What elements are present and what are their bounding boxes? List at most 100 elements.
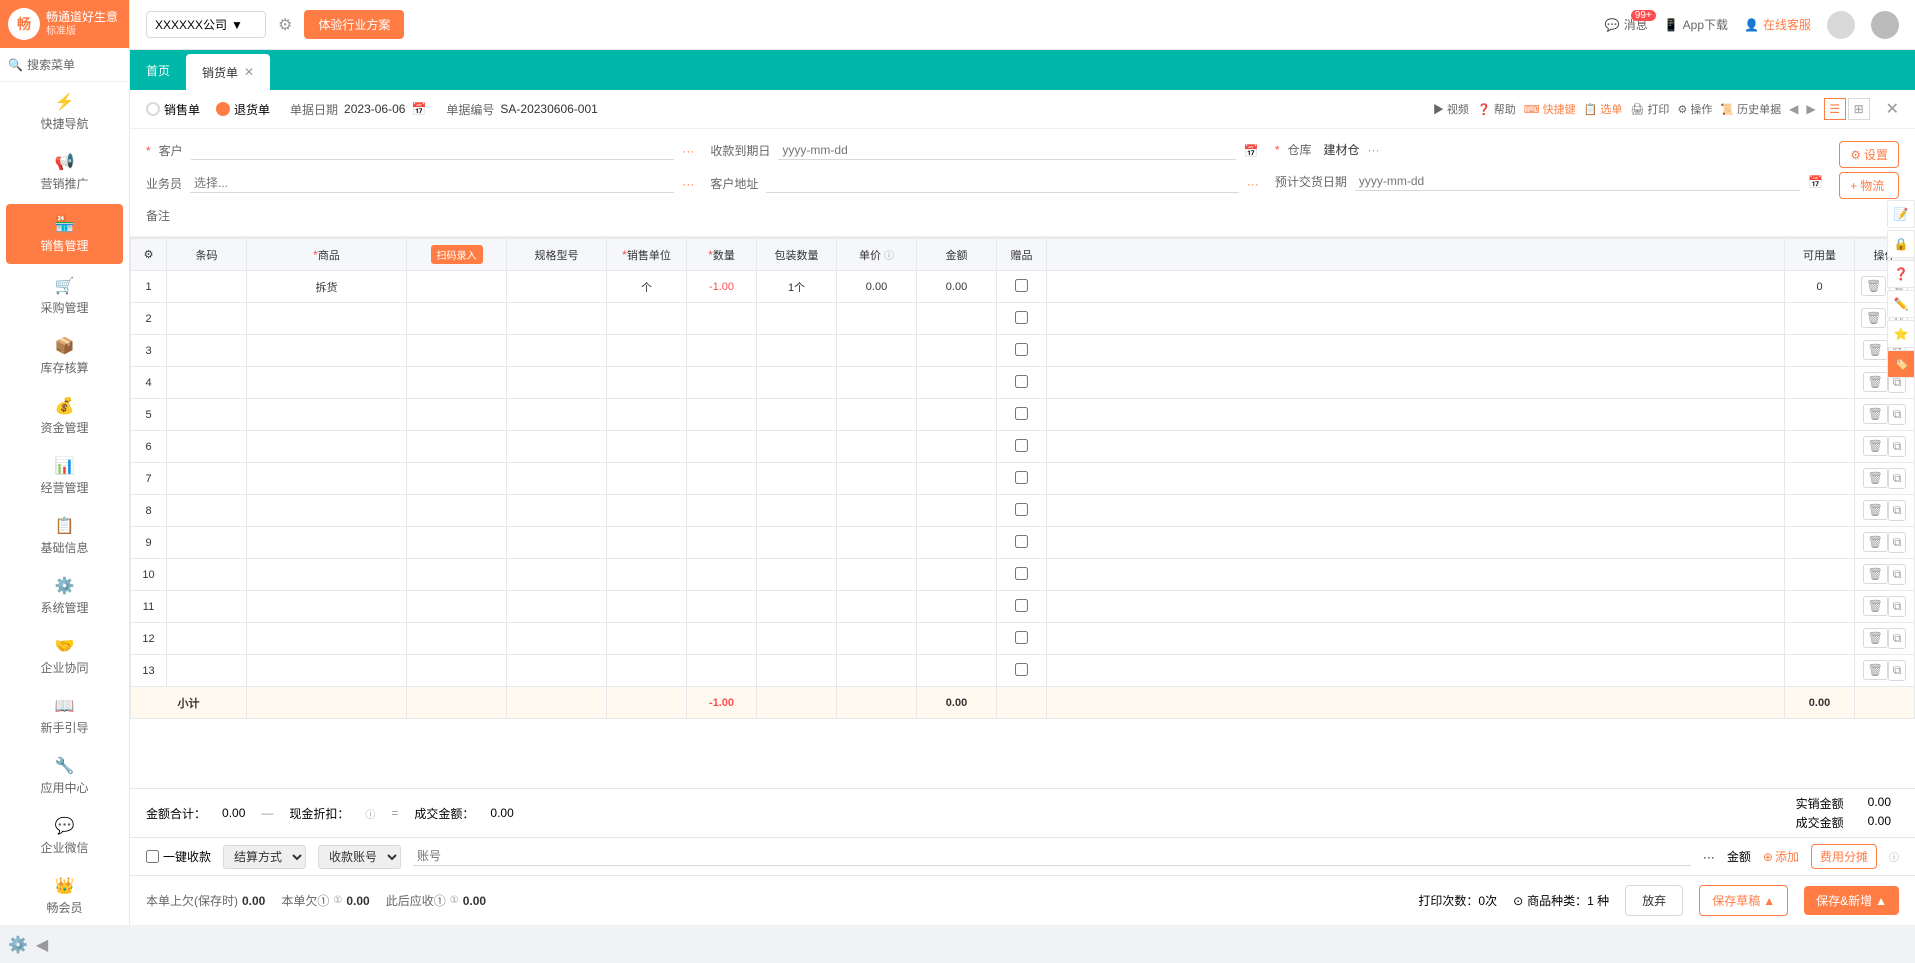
gift-checkbox-9[interactable] xyxy=(1015,535,1028,548)
expense-split-button[interactable]: 费用分摊 xyxy=(1811,844,1877,869)
row-amount-1[interactable]: 0.00 xyxy=(917,271,997,303)
online-service-button[interactable]: 👤 在线客服 xyxy=(1744,16,1811,33)
user-avatar[interactable] xyxy=(1827,11,1855,39)
one-click-checkbox[interactable] xyxy=(146,850,159,863)
chevron-up-icon[interactable]: ▲ xyxy=(1763,894,1775,908)
row-spec-1[interactable] xyxy=(507,271,607,303)
copy-row-7[interactable]: ⧉ xyxy=(1888,468,1907,489)
copy-row-6[interactable]: ⧉ xyxy=(1888,436,1907,457)
sidebar-item-member[interactable]: 👑 畅会员 xyxy=(0,866,129,926)
gift-checkbox-12[interactable] xyxy=(1015,631,1028,644)
delete-row-4[interactable]: 🗑 xyxy=(1863,372,1888,392)
settings-gear-icon[interactable]: ⚙ xyxy=(278,15,292,35)
sidebar-item-basic-info[interactable]: 📋 基础信息 xyxy=(0,506,129,566)
float-btn-3[interactable]: ❓ xyxy=(1887,260,1915,288)
delete-row-13[interactable]: 🗑 xyxy=(1863,660,1888,680)
delete-row-12[interactable]: 🗑 xyxy=(1863,628,1888,648)
tab-close-icon[interactable]: ✕ xyxy=(244,65,254,79)
delete-row-5[interactable]: 🗑 xyxy=(1863,404,1888,424)
radio-sales-order[interactable]: 销售单 xyxy=(146,101,200,118)
customer-address-input[interactable] xyxy=(766,174,1238,193)
copy-row-10[interactable]: ⧉ xyxy=(1888,564,1907,585)
delete-row-2[interactable]: 🗑 xyxy=(1861,308,1886,328)
gift-checkbox-8[interactable] xyxy=(1015,503,1028,516)
add-payment-btn[interactable]: ⊕ 添加 xyxy=(1763,848,1799,865)
row-goods-2[interactable] xyxy=(247,303,407,335)
sidebar-settings-btn[interactable]: ⚙️ xyxy=(8,935,28,955)
copy-row-8[interactable]: ⧉ xyxy=(1888,500,1907,521)
prev-icon[interactable]: ◀ xyxy=(1789,102,1798,116)
float-btn-2[interactable]: 🔒 xyxy=(1887,230,1915,258)
salesperson-dots[interactable]: ··· xyxy=(682,177,694,191)
total-owe-info[interactable]: ① xyxy=(333,895,342,906)
warehouse-dots[interactable]: ··· xyxy=(1368,143,1380,157)
shortcut-btn[interactable]: ⌨ 快捷键 xyxy=(1524,101,1576,117)
logistics-button[interactable]: + 物流 xyxy=(1839,172,1899,199)
gift-checkbox-1[interactable] xyxy=(1015,279,1028,292)
sidebar-search[interactable]: 🔍 搜索菜单 xyxy=(0,48,129,82)
row-pack-2[interactable] xyxy=(757,303,837,335)
copy-row-13[interactable]: ⧉ xyxy=(1888,660,1907,681)
message-button[interactable]: 💬 消息 99+ xyxy=(1605,16,1648,33)
experience-button[interactable]: 体验行业方案 xyxy=(304,10,404,39)
sidebar-item-quick-nav[interactable]: ⚡ 快捷导航 xyxy=(0,82,129,142)
delivery-date-input[interactable] xyxy=(1355,172,1800,191)
sidebar-item-enterprise[interactable]: 🤝 企业协同 xyxy=(0,626,129,686)
history-btn[interactable]: 📜 历史单据 xyxy=(1720,101,1781,117)
account-input[interactable] xyxy=(413,847,1691,866)
grid-view-btn[interactable]: ⊞ xyxy=(1848,98,1870,120)
settings-button[interactable]: ⚙ 设置 xyxy=(1839,141,1899,168)
list-view-btn[interactable]: ☰ xyxy=(1824,98,1846,120)
sidebar-item-guide[interactable]: 📖 新手引导 xyxy=(0,686,129,746)
float-btn-1[interactable]: 📝 xyxy=(1887,200,1915,228)
salesperson-input[interactable] xyxy=(190,174,674,193)
select-btn[interactable]: 📋 选单 xyxy=(1584,101,1623,117)
sidebar-item-purchase[interactable]: 🛒 采购管理 xyxy=(0,266,129,326)
video-btn[interactable]: ▶ 视频 xyxy=(1433,101,1469,117)
sidebar-item-app-center[interactable]: 🔧 应用中心 xyxy=(0,746,129,806)
row-price-1[interactable]: 0.00 xyxy=(837,271,917,303)
receive-date-input[interactable] xyxy=(778,141,1235,160)
sidebar-item-operation[interactable]: 📊 经营管理 xyxy=(0,446,129,506)
gift-checkbox-3[interactable] xyxy=(1015,343,1028,356)
sidebar-item-marketing[interactable]: 📢 营销推广 xyxy=(0,142,129,202)
abandon-button[interactable]: 放弃 xyxy=(1625,885,1683,916)
receive-calendar-icon[interactable]: 📅 xyxy=(1244,144,1259,158)
customer-input[interactable] xyxy=(191,141,675,160)
tab-sales-order[interactable]: 销货单 ✕ xyxy=(186,54,270,90)
info-icon-discount[interactable]: ⓘ xyxy=(365,806,375,821)
save-new-button[interactable]: 保存&新增 ▲ xyxy=(1804,886,1899,915)
th-scan[interactable]: 扫码录入 xyxy=(407,239,507,271)
float-btn-5[interactable]: ⭐ xyxy=(1887,320,1915,348)
sidebar-item-wechat[interactable]: 💬 企业微信 xyxy=(0,806,129,866)
print-btn[interactable]: 🖨 打印 xyxy=(1630,101,1669,117)
gift-checkbox-5[interactable] xyxy=(1015,407,1028,420)
delete-row-6[interactable]: 🗑 xyxy=(1863,436,1888,456)
row-gift-1[interactable] xyxy=(997,271,1047,303)
gift-checkbox-4[interactable] xyxy=(1015,375,1028,388)
gift-checkbox-2[interactable] xyxy=(1015,311,1028,324)
row-barcode-2[interactable] xyxy=(167,303,247,335)
th-settings[interactable]: ⚙ xyxy=(131,239,167,271)
help-btn[interactable]: ❓ 帮助 xyxy=(1477,101,1516,117)
address-dots[interactable]: ··· xyxy=(1247,177,1259,191)
operation-btn[interactable]: ⚙ 操作 xyxy=(1677,101,1712,117)
customer-dots[interactable]: ··· xyxy=(682,144,694,158)
row-qty-2[interactable] xyxy=(687,303,757,335)
row-unit-1[interactable]: 个 xyxy=(607,271,687,303)
copy-row-5[interactable]: ⧉ xyxy=(1888,404,1907,425)
delivery-calendar-icon[interactable]: 📅 xyxy=(1808,175,1823,189)
gift-checkbox-7[interactable] xyxy=(1015,471,1028,484)
row-unit-2[interactable] xyxy=(607,303,687,335)
row-price-2[interactable] xyxy=(837,303,917,335)
float-btn-6[interactable]: 🏷️ xyxy=(1887,350,1915,378)
sidebar-item-inventory[interactable]: 📦 库存核算 xyxy=(0,326,129,386)
company-selector[interactable]: XXXXXX公司 ▼ xyxy=(146,11,266,38)
next-icon[interactable]: ▶ xyxy=(1806,102,1815,116)
row-gift-2[interactable] xyxy=(997,303,1047,335)
close-form-btn[interactable]: ✕ xyxy=(1886,99,1899,119)
delete-row-1[interactable]: 🗑 xyxy=(1861,276,1886,296)
gift-checkbox-11[interactable] xyxy=(1015,599,1028,612)
doc-no-value[interactable]: SA-20230606-001 xyxy=(500,102,597,116)
settlement-method-select[interactable]: 结算方式 xyxy=(223,845,306,869)
